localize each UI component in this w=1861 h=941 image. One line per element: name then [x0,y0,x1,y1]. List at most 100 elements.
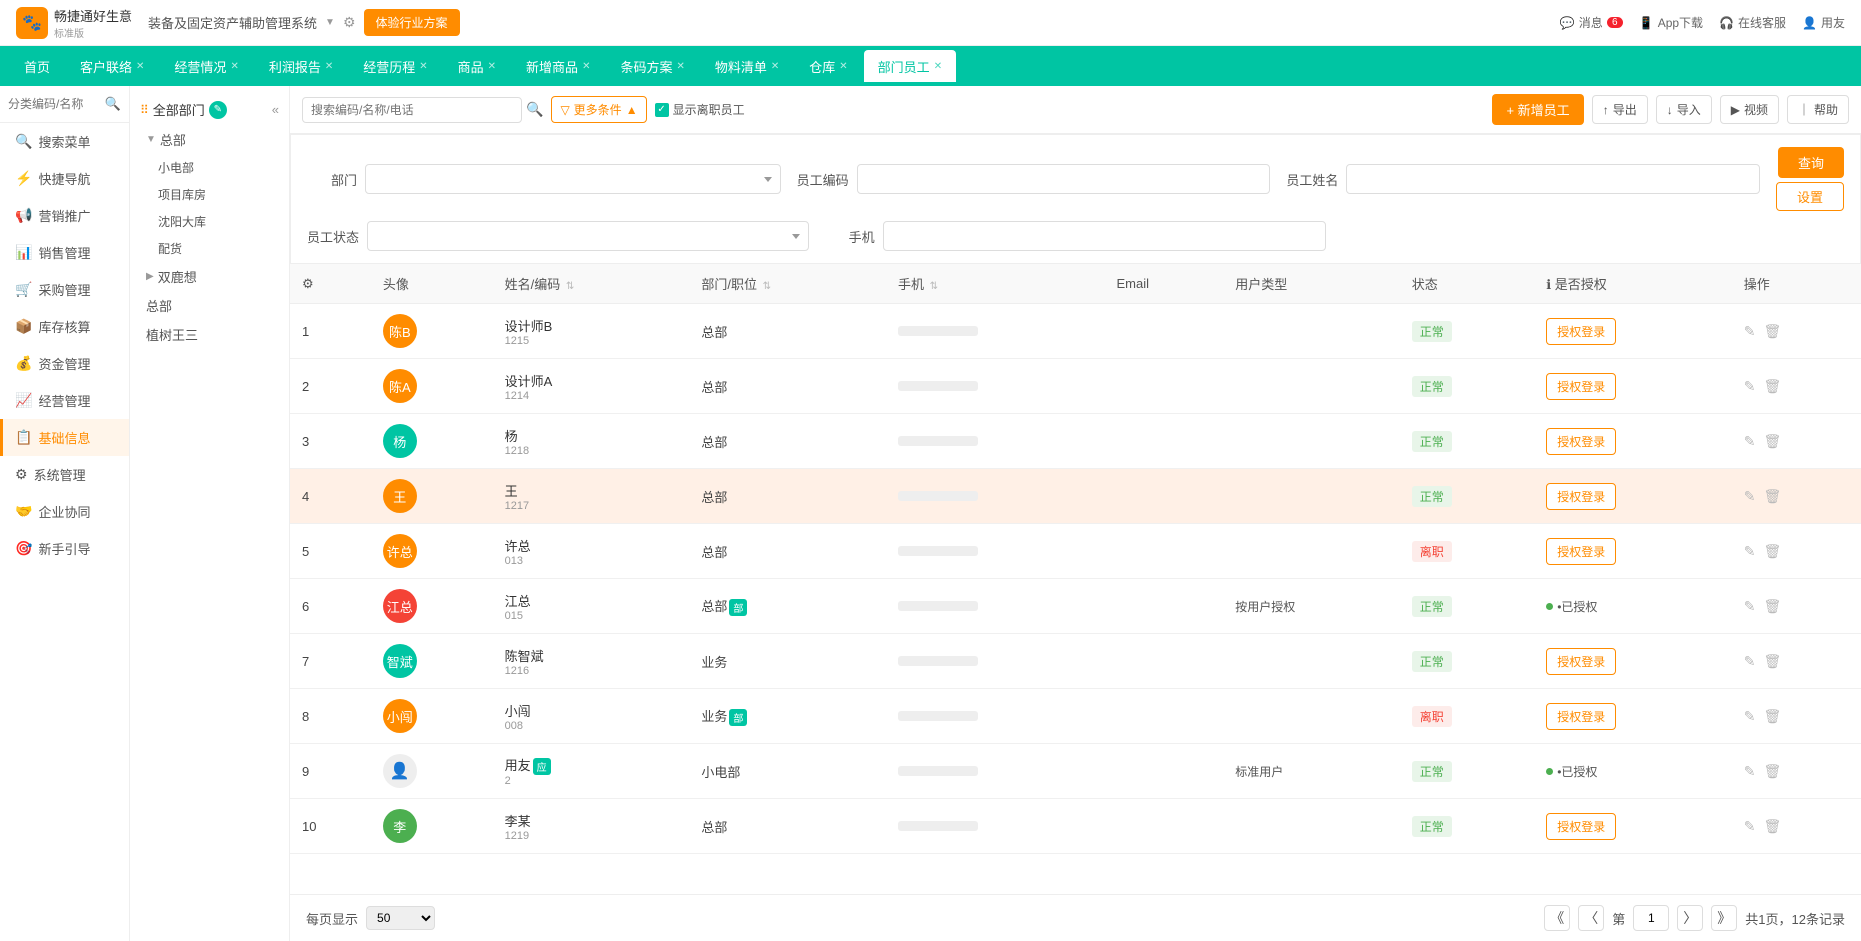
auth-button[interactable]: 授权登录 [1546,318,1616,345]
af-emp-code-input[interactable] [857,164,1271,194]
help-button[interactable]: ｜ 帮助 [1787,95,1849,124]
add-employee-button[interactable]: + 新增员工 [1492,94,1583,125]
edit-icon[interactable]: ✎ [1744,543,1756,560]
af-phone-input[interactable] [883,221,1327,251]
col-name[interactable]: 姓名/编码 ⇅ [493,264,690,304]
sidebar-item-finance[interactable]: 💰 资金管理 [0,345,129,382]
auth-button[interactable]: 授权登录 [1546,648,1616,675]
message-item[interactable]: 💬 消息 6 [1560,14,1623,31]
tab-home[interactable]: 首页 [10,50,64,82]
sidebar-item-system[interactable]: ⚙ 系统管理 [0,456,129,493]
close-icon[interactable]: ✕ [676,61,684,72]
sidebar-item-marketing[interactable]: 📢 营销推广 [0,197,129,234]
close-icon[interactable]: ✕ [325,61,333,72]
online-service-item[interactable]: 🎧 在线客服 [1719,14,1786,31]
settings-icon[interactable]: ⚙ [343,14,356,31]
delete-icon[interactable]: 🗑 [1763,488,1781,505]
tab-add-goods[interactable]: 新增商品✕ [512,50,604,82]
delete-icon[interactable]: 🗑 [1763,708,1781,725]
dept-node-small-electric[interactable]: 小电部 [130,154,289,181]
af-emp-name-input[interactable] [1346,164,1760,194]
app-download-item[interactable]: 📱 App下载 [1639,14,1703,31]
af-emp-status-select[interactable] [367,221,809,251]
dept-node-distribution[interactable]: 配货 [130,235,289,262]
tab-profit[interactable]: 利润报告✕ [255,50,347,82]
close-icon[interactable]: ✕ [419,61,427,72]
tab-warehouse[interactable]: 仓库✕ [795,50,861,82]
sidebar-item-basic[interactable]: 📋 基础信息 [0,419,129,456]
close-icon[interactable]: ✕ [934,61,942,72]
import-button[interactable]: ↓ 导入 [1656,95,1712,124]
sidebar-item-inventory[interactable]: 📦 库存核算 [0,308,129,345]
sidebar-item-sales[interactable]: 📊 销售管理 [0,234,129,271]
dept-node-head[interactable]: 总部 [130,291,289,320]
tab-barcode[interactable]: 条码方案✕ [606,50,698,82]
sidebar-item-guide[interactable]: 🎯 新手引导 [0,530,129,567]
delete-icon[interactable]: 🗑 [1763,818,1781,835]
last-page-button[interactable]: 》 [1711,905,1737,931]
dept-node-shuanglu[interactable]: ▶ 双鹿想 [130,262,289,291]
close-icon[interactable]: ✕ [230,61,238,72]
query-button[interactable]: 查询 [1778,147,1844,178]
edit-dept-badge[interactable]: ✎ [209,101,227,119]
delete-icon[interactable]: 🗑 [1763,323,1781,340]
col-dept[interactable]: 部门/职位 ⇅ [689,264,886,304]
close-icon[interactable]: ✕ [488,61,496,72]
sidebar-item-management[interactable]: 📈 经营管理 [0,382,129,419]
auth-button[interactable]: 授权登录 [1546,703,1616,730]
col-settings[interactable]: ⚙ [290,264,371,304]
auth-button[interactable]: 授权登录 [1546,813,1616,840]
next-page-button[interactable]: 〉 [1677,905,1703,931]
more-filter-btn[interactable]: ▽ 更多条件 ▲ [551,96,646,123]
tab-goods[interactable]: 商品✕ [444,50,510,82]
view-button[interactable]: ▶ 视频 [1720,95,1779,124]
user-item[interactable]: 👤 用友 [1802,14,1845,31]
auth-button[interactable]: 授权登录 [1546,373,1616,400]
edit-icon[interactable]: ✎ [1744,433,1756,450]
tab-employee[interactable]: 部门员工✕ [864,50,956,82]
delete-icon[interactable]: 🗑 [1763,598,1781,615]
prev-page-button[interactable]: 〈 [1578,905,1604,931]
auth-button[interactable]: 授权登录 [1546,538,1616,565]
search-input[interactable] [302,97,522,123]
edit-icon[interactable]: ✎ [1744,763,1756,780]
delete-icon[interactable]: 🗑 [1763,378,1781,395]
page-input[interactable] [1633,905,1669,931]
sidebar-item-purchase[interactable]: 🛒 采购管理 [0,271,129,308]
auth-button[interactable]: 授权登录 [1546,483,1616,510]
tab-history[interactable]: 经营历程✕ [349,50,441,82]
tab-operation[interactable]: 经营情况✕ [160,50,252,82]
edit-icon[interactable]: ✎ [1744,598,1756,615]
sidebar-item-collab[interactable]: 🤝 企业协同 [0,493,129,530]
export-button[interactable]: ↑ 导出 [1592,95,1648,124]
auth-button[interactable]: 授权登录 [1546,428,1616,455]
edit-icon[interactable]: ✎ [1744,708,1756,725]
dept-node-project-warehouse[interactable]: 项目库房 [130,181,289,208]
sidebar-search-input[interactable] [8,97,101,111]
tab-bom[interactable]: 物料清单✕ [701,50,793,82]
delete-icon[interactable]: 🗑 [1763,543,1781,560]
close-icon[interactable]: ✕ [136,61,144,72]
show-resigned-toggle[interactable]: ✓ 显示离职员工 [655,101,745,118]
edit-icon[interactable]: ✎ [1744,378,1756,395]
close-icon[interactable]: ✕ [582,61,590,72]
set-button[interactable]: 设置 [1776,182,1844,211]
tab-customer[interactable]: 客户联络✕ [66,50,158,82]
sidebar-search-icon[interactable]: 🔍 [105,96,121,112]
edit-icon[interactable]: ✎ [1744,818,1756,835]
first-page-button[interactable]: 《 [1544,905,1570,931]
trial-button[interactable]: 体验行业方案 [364,9,460,36]
dept-node-plant-king[interactable]: 植树王三 [130,320,289,349]
dept-node-shenyang[interactable]: 沈阳大库 [130,208,289,235]
sidebar-item-nav[interactable]: ⚡ 快捷导航 [0,160,129,197]
sidebar-item-search[interactable]: 🔍 搜索菜单 [0,123,129,160]
close-icon[interactable]: ✕ [839,61,847,72]
delete-icon[interactable]: 🗑 [1763,653,1781,670]
delete-icon[interactable]: 🗑 [1763,763,1781,780]
dept-node-headquarters[interactable]: ▼ 总部 [130,125,289,154]
collapse-icon[interactable]: « [272,102,279,117]
page-size-select[interactable]: 50 20 100 [366,906,435,930]
system-chevron-icon[interactable]: ▼ [325,17,335,28]
search-button[interactable]: 🔍 [526,101,543,118]
col-phone[interactable]: 手机 ⇅ [886,264,1104,304]
